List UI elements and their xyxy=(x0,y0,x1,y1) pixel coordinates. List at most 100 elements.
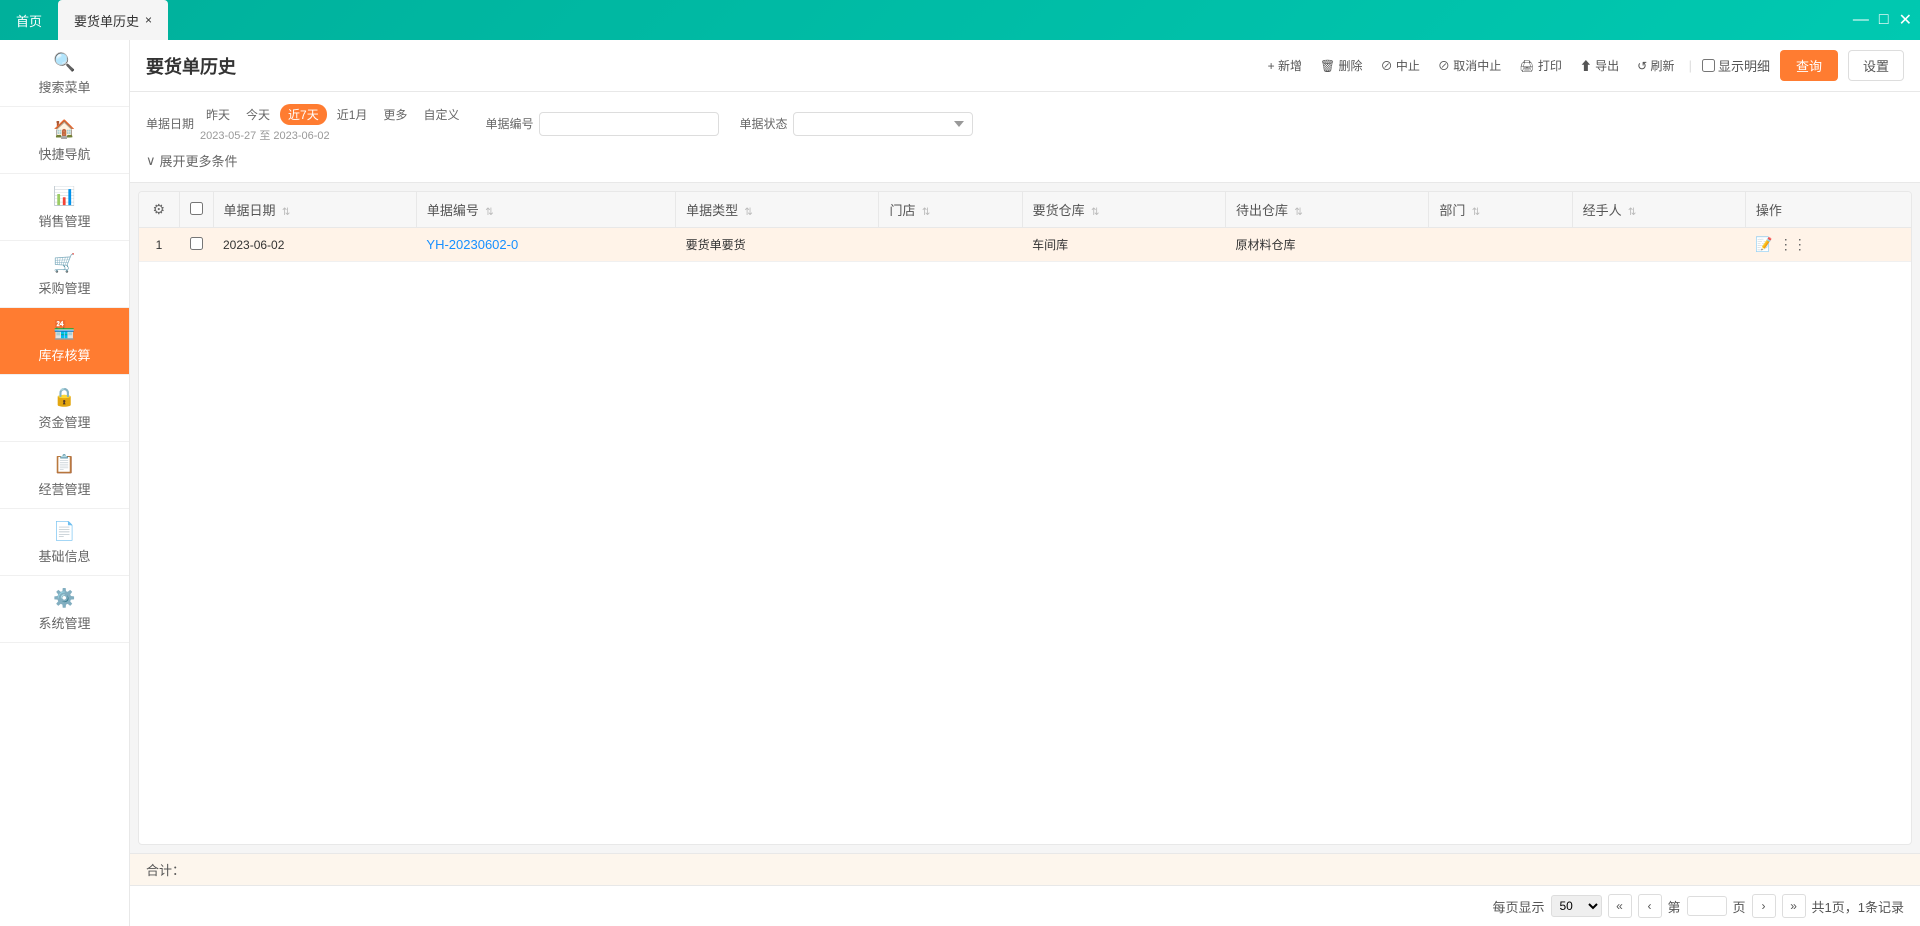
col-pending-warehouse-label: 待出仓库 xyxy=(1236,203,1288,218)
date-range-buttons: 昨天 今天 近7天 近1月 更多 自定义 2023-05-27 至 2023-0… xyxy=(200,104,465,143)
stop-button[interactable]: ⊘ 中止 xyxy=(1377,55,1424,76)
table-row: 1 2023-06-02 YH-20230602-0 要货单要货 车间库 原材料… xyxy=(139,228,1911,262)
tab-home-label: 首页 xyxy=(16,11,42,30)
purchase-mgmt-icon: 🛒 xyxy=(53,253,75,274)
expand-more-btn[interactable]: ∨ 展开更多条件 xyxy=(146,151,1904,170)
row-num: 1 xyxy=(139,228,179,262)
print-button[interactable]: 🖨 打印 xyxy=(1515,55,1566,76)
col-store-label: 门店 xyxy=(889,203,915,218)
row-handler xyxy=(1572,228,1745,262)
delete-button[interactable]: 🗑 删除 xyxy=(1316,55,1367,76)
status-select[interactable] xyxy=(793,112,973,136)
row-action-icons: 📝 ⋮⋮ xyxy=(1755,236,1901,253)
sidebar-item-purchase-mgmt[interactable]: 🛒 采购管理 xyxy=(0,241,129,308)
row-checkbox[interactable] xyxy=(190,237,203,250)
column-settings-icon[interactable]: ⚙ xyxy=(152,201,165,217)
display-detail-checkbox-label[interactable]: 显示明细 xyxy=(1702,56,1770,75)
row-edit-icon[interactable]: 📝 xyxy=(1755,236,1772,253)
order-no-input[interactable] xyxy=(539,112,719,136)
col-store-sort-icon[interactable]: ⇅ xyxy=(922,207,930,218)
col-settings: ⚙ xyxy=(139,192,179,228)
col-date-label: 单据日期 xyxy=(224,203,276,218)
tab-home[interactable]: 首页 xyxy=(0,0,58,40)
sidebar-item-search-menu[interactable]: 🔍 搜索菜单 xyxy=(0,40,129,107)
pagination-first-btn[interactable]: « xyxy=(1608,894,1632,918)
settings-button[interactable]: 设置 xyxy=(1848,50,1904,81)
sidebar-item-sales-mgmt[interactable]: 📊 销售管理 xyxy=(0,174,129,241)
sidebar-item-finance-mgmt[interactable]: 🔒 资金管理 xyxy=(0,375,129,442)
table-header: ⚙ 单据日期 ⇅ 单据编号 ⇅ xyxy=(139,192,1911,228)
search-menu-icon: 🔍 xyxy=(53,52,75,73)
sidebar-item-operations-mgmt[interactable]: 📋 经营管理 xyxy=(0,442,129,509)
query-button[interactable]: 查询 xyxy=(1780,50,1838,81)
system-mgmt-icon: ⚙️ xyxy=(53,588,75,609)
row-store xyxy=(879,228,1022,262)
sidebar-item-system-mgmt[interactable]: ⚙️ 系统管理 xyxy=(0,576,129,643)
filter-row: 单据日期 昨天 今天 近7天 近1月 更多 自定义 2023-05-27 至 2… xyxy=(146,104,1904,143)
date-btn-custom[interactable]: 自定义 xyxy=(417,104,465,125)
sidebar-item-quick-nav[interactable]: 🏠 快捷导航 xyxy=(0,107,129,174)
col-order-no-sort-icon[interactable]: ⇅ xyxy=(485,207,493,218)
page-prefix: 第 xyxy=(1668,897,1681,916)
export-button[interactable]: ⬆ 导出 xyxy=(1576,55,1623,76)
close-tab-icon[interactable]: × xyxy=(145,13,152,27)
date-btn-more[interactable]: 更多 xyxy=(377,104,413,125)
col-pending-warehouse-sort-icon[interactable]: ⇅ xyxy=(1294,207,1302,218)
col-date-sort-icon[interactable]: ⇅ xyxy=(282,207,290,218)
expand-more-label: 展开更多条件 xyxy=(160,151,238,170)
cancel-stop-button[interactable]: ⊘ 取消中止 xyxy=(1434,55,1505,76)
table-header-row: ⚙ 单据日期 ⇅ 单据编号 ⇅ xyxy=(139,192,1911,228)
sales-mgmt-icon: 📊 xyxy=(53,186,75,207)
maximize-btn[interactable]: □ xyxy=(1879,11,1889,29)
row-req-warehouse: 车间库 xyxy=(1022,228,1225,262)
data-table: ⚙ 单据日期 ⇅ 单据编号 ⇅ xyxy=(139,192,1911,262)
row-date: 2023-06-02 xyxy=(213,228,416,262)
row-action-cell: 📝 ⋮⋮ xyxy=(1745,228,1911,262)
close-btn[interactable]: ✕ xyxy=(1899,10,1912,30)
page-title: 要货单历史 xyxy=(146,53,1264,79)
pagination-prev-btn[interactable]: ‹ xyxy=(1638,894,1662,918)
date-btn-today[interactable]: 今天 xyxy=(240,104,276,125)
minimize-btn[interactable]: — xyxy=(1853,11,1869,29)
main-layout: 🔍 搜索菜单 🏠 快捷导航 📊 销售管理 🛒 采购管理 🏪 库存核算 🔒 资金管… xyxy=(0,40,1920,926)
col-handler-sort-icon[interactable]: ⇅ xyxy=(1628,207,1636,218)
display-detail-label: 显示明细 xyxy=(1718,56,1770,75)
date-btn-last1month[interactable]: 近1月 xyxy=(331,104,374,125)
row-order-no-link[interactable]: YH-20230602-0 xyxy=(426,237,518,252)
sidebar-item-inventory[interactable]: 🏪 库存核算 xyxy=(0,308,129,375)
sidebar-item-basic-info[interactable]: 📄 基础信息 xyxy=(0,509,129,576)
date-btn-last7days[interactable]: 近7天 xyxy=(280,104,327,125)
per-page-select[interactable]: 50 20 100 200 xyxy=(1551,895,1602,917)
finance-mgmt-icon: 🔒 xyxy=(53,387,75,408)
tab-requisition-history[interactable]: 要货单历史 × xyxy=(58,0,168,40)
sidebar-item-sales-mgmt-label: 销售管理 xyxy=(38,211,90,230)
order-no-filter-group: 单据编号 xyxy=(485,112,719,136)
table-body: 1 2023-06-02 YH-20230602-0 要货单要货 车间库 原材料… xyxy=(139,228,1911,262)
row-detail-icon[interactable]: ⋮⋮ xyxy=(1779,236,1807,253)
col-store: 门店 ⇅ xyxy=(879,192,1022,228)
display-detail-checkbox[interactable] xyxy=(1702,59,1715,72)
col-req-warehouse-sort-icon[interactable]: ⇅ xyxy=(1091,207,1099,218)
col-department-sort-icon[interactable]: ⇅ xyxy=(1472,207,1480,218)
inventory-icon: 🏪 xyxy=(53,320,75,341)
date-btn-yesterday[interactable]: 昨天 xyxy=(200,104,236,125)
refresh-button[interactable]: ↺ 刷新 xyxy=(1633,55,1678,76)
sidebar-item-system-mgmt-label: 系统管理 xyxy=(38,613,90,632)
basic-info-icon: 📄 xyxy=(53,521,75,542)
date-range-text: 2023-05-27 至 2023-06-02 xyxy=(200,127,465,143)
page-input[interactable]: 1 xyxy=(1687,896,1727,916)
new-button[interactable]: + 新增 xyxy=(1264,55,1306,76)
date-buttons: 昨天 今天 近7天 近1月 更多 自定义 xyxy=(200,104,465,125)
pagination-next-btn[interactable]: › xyxy=(1752,894,1776,918)
col-order-type-sort-icon[interactable]: ⇅ xyxy=(744,207,752,218)
col-order-type-label: 单据类型 xyxy=(686,203,738,218)
sidebar-item-quick-nav-label: 快捷导航 xyxy=(38,144,90,163)
select-all-checkbox[interactable] xyxy=(190,202,203,215)
pagination-last-btn[interactable]: » xyxy=(1782,894,1806,918)
filter-area: 单据日期 昨天 今天 近7天 近1月 更多 自定义 2023-05-27 至 2… xyxy=(130,92,1920,183)
per-page-label: 每页显示 xyxy=(1492,897,1544,916)
col-date: 单据日期 ⇅ xyxy=(213,192,416,228)
total-info: 共1页，1条记录 xyxy=(1812,897,1904,916)
row-order-no: YH-20230602-0 xyxy=(416,228,675,262)
row-pending-warehouse: 原材料仓库 xyxy=(1226,228,1429,262)
